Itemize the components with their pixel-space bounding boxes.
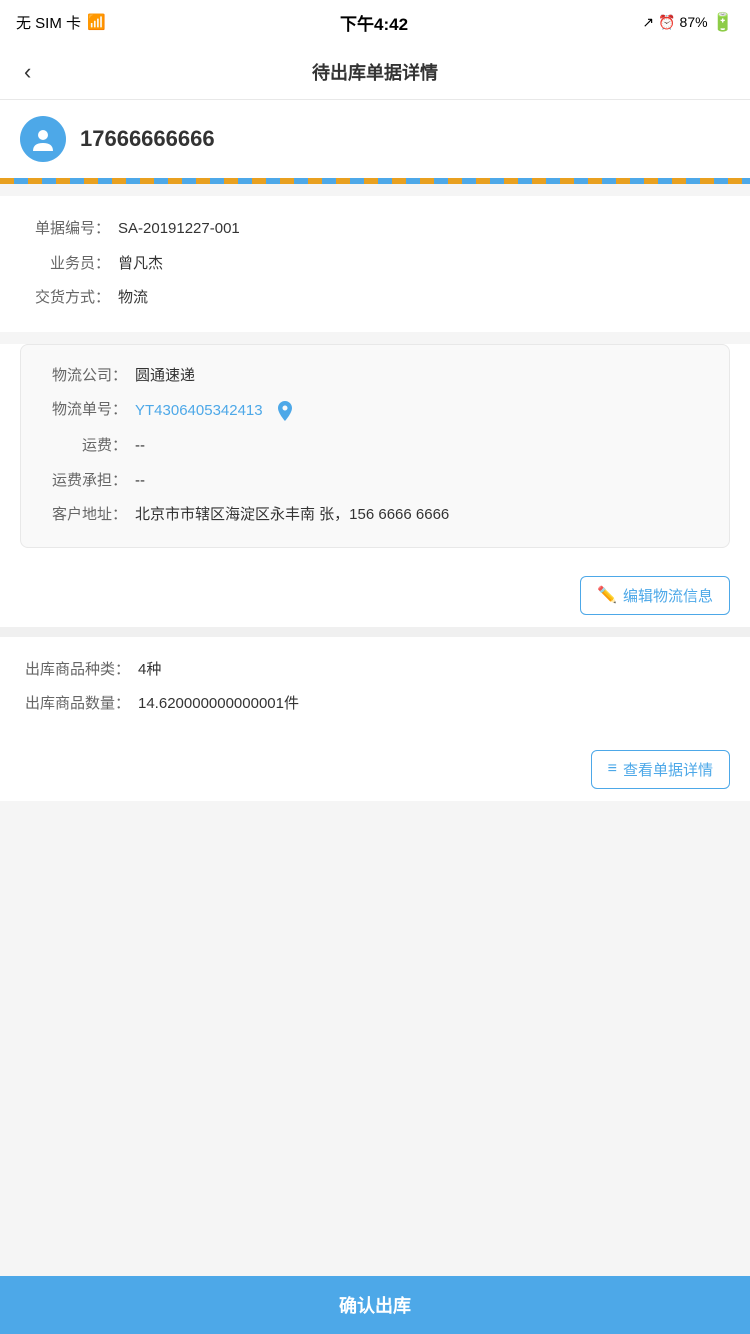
product-quantity-value: 14.620000000000001件 [138,693,730,716]
freight-bearer-label: 运费承担： [37,470,127,493]
edit-icon: ✏️ [597,585,617,605]
order-info-section: 单据编号： SA-20191227-001 业务员： 曾凡杰 交货方式： 物流 [0,196,750,332]
battery-label: 87% [680,14,708,30]
product-types-label: 出库商品种类： [20,659,130,682]
status-left: 无 SIM 卡 📶 [16,12,106,33]
edit-logistics-button[interactable]: ✏️ 编辑物流信息 [580,576,730,615]
company-value: 圆通速递 [135,365,713,388]
customer-phone: 17666666666 [80,126,215,152]
alarm-icon: ⏰ [658,14,675,31]
freight-bearer-value: -- [135,470,713,493]
product-quantity-row: 出库商品数量： 14.620000000000001件 [20,687,730,722]
page-title: 待出库单据详情 [312,59,438,85]
location-pin-icon[interactable] [273,399,297,423]
delivery-label: 交货方式： [20,287,110,310]
back-button[interactable]: ‹ [16,51,39,93]
product-types-row: 出库商品种类： 4种 [20,653,730,688]
order-no-row: 单据编号： SA-20191227-001 [20,212,730,247]
address-label: 客户地址： [37,504,127,527]
logistics-section: 物流公司： 圆通速递 物流单号： YT43064053424​13 运费： --… [0,344,750,564]
nav-bar: ‹ 待出库单据详情 [0,44,750,100]
address-row: 客户地址： 北京市市辖区海淀区永丰南 张，156 6666 6666 [37,498,713,533]
product-types-value: 4种 [138,659,730,682]
delivery-row: 交货方式： 物流 [20,281,730,316]
confirm-outbound-button[interactable]: 确认出库 [0,1292,750,1318]
view-details-label: 查看单据详情 [623,759,713,780]
company-row: 物流公司： 圆通速递 [37,359,713,394]
tracking-label: 物流单号： [37,399,127,422]
delivery-value: 物流 [118,287,730,310]
status-time: 下午4:42 [340,10,408,35]
confirm-btn-wrapper: 确认出库 [0,1276,750,1334]
customer-header: 17666666666 [0,100,750,178]
tracking-no: YT43064053424​13 [135,400,263,423]
view-details-button[interactable]: ≡ 查看单据详情 [591,750,730,789]
products-section: 出库商品种类： 4种 出库商品数量： 14.620000000000001件 [0,637,750,738]
content-spacer [0,801,750,1001]
view-details-section: ≡ 查看单据详情 [0,738,750,801]
order-no-value: SA-20191227-001 [118,218,730,241]
edit-logistics-label: 编辑物流信息 [623,585,713,606]
product-quantity-label: 出库商品数量： [20,693,130,716]
salesman-label: 业务员： [20,253,110,276]
salesman-value: 曾凡杰 [118,253,730,276]
battery-icon: 🔋 [712,12,734,33]
status-right: ↗ ⏰ 87% 🔋 [642,12,734,33]
tracking-row: 物流单号： YT43064053424​13 [37,393,713,429]
carrier-label: 无 SIM 卡 [16,12,81,33]
status-bar: 无 SIM 卡 📶 下午4:42 ↗ ⏰ 87% 🔋 [0,0,750,44]
freight-label: 运费： [37,435,127,458]
tracking-value-row: YT43064053424​13 [135,399,713,423]
freight-value: -- [135,435,713,458]
location-icon: ↗ [642,14,654,31]
logistics-card: 物流公司： 圆通速递 物流单号： YT43064053424​13 运费： --… [20,344,730,548]
freight-row: 运费： -- [37,429,713,464]
avatar [20,116,66,162]
freight-bearer-row: 运费承担： -- [37,464,713,499]
address-value: 北京市市辖区海淀区永丰南 张，156 6666 6666 [135,504,713,527]
order-no-label: 单据编号： [20,218,110,241]
document-icon: ≡ [608,760,617,778]
salesman-row: 业务员： 曾凡杰 [20,247,730,282]
gray-separator [0,627,750,637]
company-label: 物流公司： [37,365,127,388]
wifi-icon: 📶 [87,13,106,31]
edit-logistics-section: ✏️ 编辑物流信息 [0,564,750,627]
dashed-divider [0,178,750,184]
